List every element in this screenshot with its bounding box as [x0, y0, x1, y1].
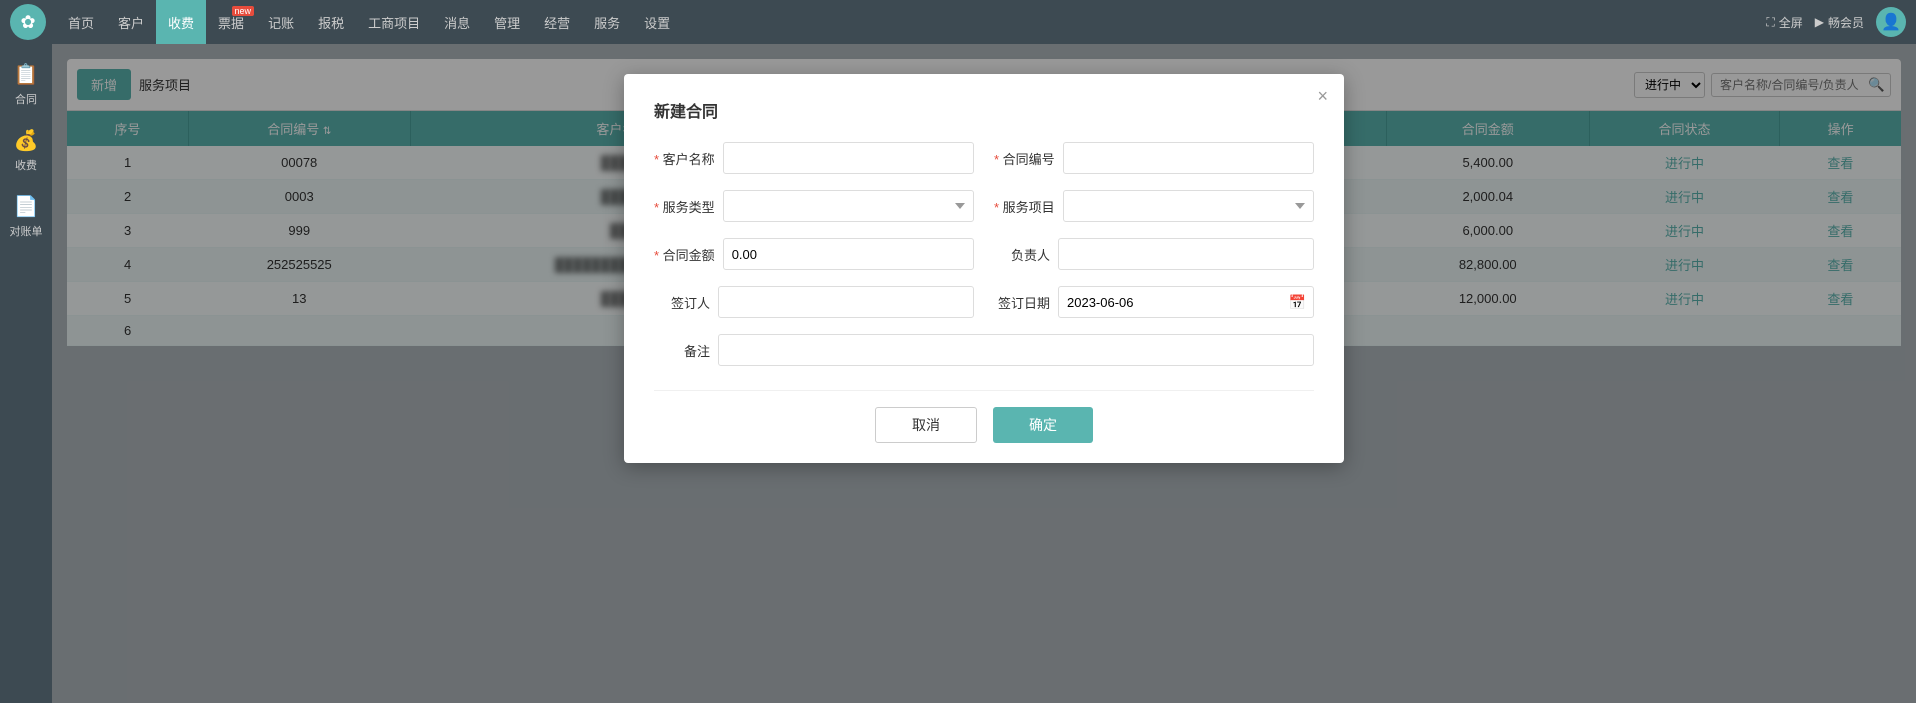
contract-no-row: 合同编号 — [994, 142, 1314, 174]
nav-message[interactable]: 消息 — [432, 0, 482, 44]
service-item-row: 服务项目 — [994, 190, 1314, 222]
responsible-label: 负责人 — [994, 245, 1050, 264]
nav-right-actions: ⛶ 全屏 ▶ 畅会员 👤 — [1766, 7, 1906, 37]
signer-input[interactable] — [718, 286, 974, 318]
content-area: 新增 服务项目 进行中 🔍 序号 — [52, 44, 1916, 703]
service-item-select[interactable] — [1063, 190, 1314, 222]
contract-no-label: 合同编号 — [994, 149, 1055, 168]
nav-manage[interactable]: 管理 — [482, 0, 532, 44]
member-button[interactable]: ▶ 畅会员 — [1815, 14, 1864, 31]
sidebar-item-contract[interactable]: 📋 合同 — [3, 54, 49, 115]
nav-operation[interactable]: 经营 — [532, 0, 582, 44]
nav-home[interactable]: 首页 — [56, 0, 106, 44]
signer-label: 签订人 — [654, 293, 710, 312]
play-icon: ▶ — [1815, 15, 1824, 29]
modal-close-button[interactable]: × — [1317, 86, 1328, 107]
nav-bookkeeping[interactable]: 记账 — [256, 0, 306, 44]
nav-business[interactable]: 工商项目 — [356, 0, 432, 44]
date-input-wrapper: 📅 — [1058, 286, 1314, 318]
nav-customer[interactable]: 客户 — [106, 0, 156, 44]
sign-date-label: 签订日期 — [994, 293, 1050, 312]
nav-invoice[interactable]: 票据 new — [206, 0, 256, 44]
app-logo: ✿ — [10, 4, 46, 40]
service-type-label: 服务类型 — [654, 197, 715, 216]
reconciliation-icon: 📄 — [14, 194, 39, 219]
fullscreen-icon: ⛶ — [1766, 15, 1774, 30]
sidebar-item-reconciliation[interactable]: 📄 对账单 — [3, 186, 49, 247]
nav-tax[interactable]: 报税 — [306, 0, 356, 44]
responsible-row: 负责人 — [994, 238, 1314, 270]
signer-row: 签订人 — [654, 286, 974, 318]
remark-row: 备注 — [654, 334, 1314, 366]
amount-row: 合同金额 — [654, 238, 974, 270]
service-type-row: 服务类型 — [654, 190, 974, 222]
contract-no-input[interactable] — [1063, 142, 1314, 174]
modal-overlay: 新建合同 × 客户名称 合同编号 服务类型 — [52, 44, 1916, 703]
amount-input[interactable] — [723, 238, 974, 270]
cancel-button[interactable]: 取消 — [875, 407, 977, 443]
amount-label: 合同金额 — [654, 245, 715, 264]
fullscreen-button[interactable]: ⛶ 全屏 — [1766, 14, 1802, 31]
service-type-select[interactable] — [723, 190, 974, 222]
contract-icon: 📋 — [14, 62, 39, 87]
customer-name-input[interactable] — [723, 142, 974, 174]
nav-service[interactable]: 服务 — [582, 0, 632, 44]
billing-icon: 💰 — [14, 128, 39, 153]
customer-name-label: 客户名称 — [654, 149, 715, 168]
modal-form: 客户名称 合同编号 服务类型 服务项目 — [654, 142, 1314, 366]
new-badge: new — [232, 6, 255, 16]
remark-label: 备注 — [654, 341, 710, 360]
sign-date-input[interactable] — [1058, 286, 1314, 318]
nav-billing[interactable]: 收费 — [156, 0, 206, 44]
avatar[interactable]: 👤 — [1876, 7, 1906, 37]
top-navigation: ✿ 首页 客户 收费 票据 new 记账 报税 工商项目 消息 管理 经营 服务… — [0, 0, 1916, 44]
sidebar-item-billing[interactable]: 💰 收费 — [3, 120, 49, 181]
customer-name-row: 客户名称 — [654, 142, 974, 174]
main-layout: 📋 合同 💰 收费 📄 对账单 新增 服务项目 进行中 — [0, 44, 1916, 703]
remark-input[interactable] — [718, 334, 1314, 366]
responsible-input[interactable] — [1058, 238, 1314, 270]
nav-settings[interactable]: 设置 — [632, 0, 682, 44]
new-contract-modal: 新建合同 × 客户名称 合同编号 服务类型 — [624, 74, 1344, 463]
modal-title: 新建合同 — [654, 98, 1314, 122]
service-item-label: 服务项目 — [994, 197, 1055, 216]
modal-footer: 取消 确定 — [654, 390, 1314, 443]
nav-menu: 首页 客户 收费 票据 new 记账 报税 工商项目 消息 管理 经营 服务 设… — [56, 0, 1766, 44]
sign-date-row: 签订日期 📅 — [994, 286, 1314, 318]
sidebar: 📋 合同 💰 收费 📄 对账单 — [0, 44, 52, 703]
confirm-button[interactable]: 确定 — [993, 407, 1093, 443]
